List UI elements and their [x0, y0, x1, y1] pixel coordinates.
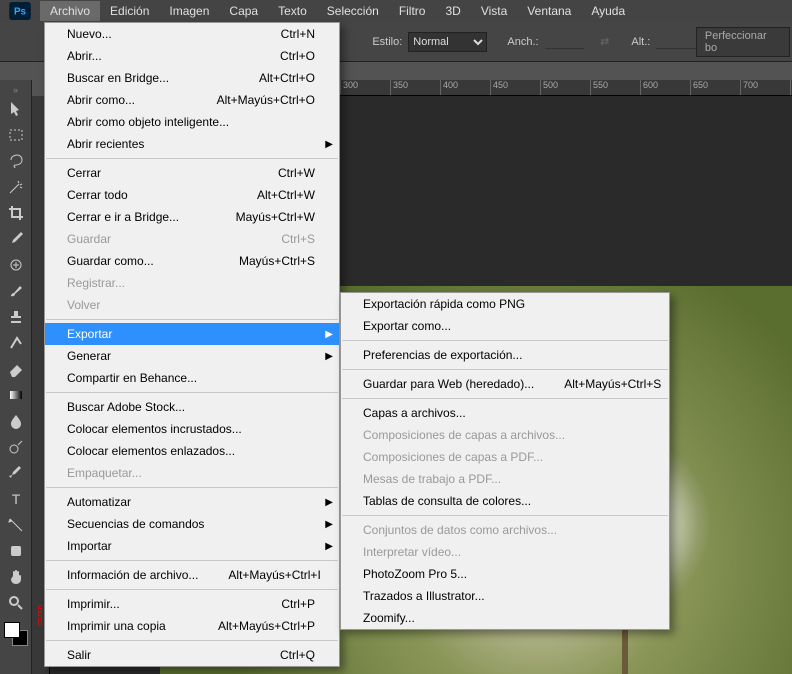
submenu-arrow-icon: ▶: [325, 329, 333, 340]
archivo-item-15[interactable]: Exportar▶: [45, 323, 339, 345]
exportar-item-9: Composiciones de capas a PDF...: [341, 446, 669, 468]
archivo-item-22: Empaquetar...: [45, 462, 339, 484]
exportar-item-3[interactable]: Preferencias de exportación...: [341, 344, 669, 366]
submenu-arrow-icon: ▶: [325, 351, 333, 362]
svg-text:T: T: [11, 491, 20, 507]
tools-panel: » T: [0, 80, 32, 674]
submenu-arrow-icon: ▶: [325, 519, 333, 530]
tool-history[interactable]: [4, 331, 28, 355]
archivo-item-31[interactable]: Imprimir una copiaAlt+Mayús+Ctrl+P: [45, 615, 339, 637]
tool-blur[interactable]: [4, 409, 28, 433]
archivo-item-13: Volver: [45, 294, 339, 316]
archivo-item-17[interactable]: Compartir en Behance...: [45, 367, 339, 389]
exportar-item-7[interactable]: Capas a archivos...: [341, 402, 669, 424]
alt-input[interactable]: [656, 35, 696, 49]
archivo-item-0[interactable]: Nuevo...Ctrl+N: [45, 23, 339, 45]
photoshop-logo: Ps: [0, 0, 40, 22]
tool-marquee[interactable]: [4, 123, 28, 147]
archivo-item-21[interactable]: Colocar elementos enlazados...: [45, 440, 339, 462]
exportar-item-5[interactable]: Guardar para Web (heredado)...Alt+Mayús+…: [341, 373, 669, 395]
archivo-item-12: Registrar...: [45, 272, 339, 294]
tool-pen[interactable]: [4, 461, 28, 485]
archivo-item-4[interactable]: Abrir como objeto inteligente...: [45, 111, 339, 133]
menu-selección[interactable]: Selección: [317, 1, 389, 21]
menu-3d[interactable]: 3D: [435, 1, 470, 21]
menu-imagen[interactable]: Imagen: [159, 1, 219, 21]
tool-brush[interactable]: [4, 279, 28, 303]
submenu-arrow-icon: ▶: [325, 497, 333, 508]
anch-input[interactable]: [545, 35, 585, 49]
exportar-item-1[interactable]: Exportar como...: [341, 315, 669, 337]
archivo-item-9[interactable]: Cerrar e ir a Bridge...Mayús+Ctrl+W: [45, 206, 339, 228]
menu-texto[interactable]: Texto: [268, 1, 317, 21]
menu-capa[interactable]: Capa: [219, 1, 268, 21]
archivo-item-3[interactable]: Abrir como...Alt+Mayús+Ctrl+O: [45, 89, 339, 111]
archivo-item-26[interactable]: Importar▶: [45, 535, 339, 557]
svg-text:Ps: Ps: [14, 7, 27, 18]
exportar-item-10: Mesas de trabajo a PDF...: [341, 468, 669, 490]
tool-eraser[interactable]: [4, 357, 28, 381]
submenu-arrow-icon: ▶: [325, 541, 333, 552]
archivo-item-2[interactable]: Buscar en Bridge...Alt+Ctrl+O: [45, 67, 339, 89]
menu-edición[interactable]: Edición: [100, 1, 159, 21]
archivo-item-33[interactable]: SalirCtrl+Q: [45, 644, 339, 666]
collapse-icon[interactable]: »: [4, 85, 28, 95]
archivo-item-19[interactable]: Buscar Adobe Stock...: [45, 396, 339, 418]
archivo-item-11[interactable]: Guardar como...Mayús+Ctrl+S: [45, 250, 339, 272]
tool-shape[interactable]: [4, 539, 28, 563]
exportar-item-8: Composiciones de capas a archivos...: [341, 424, 669, 446]
estilo-select[interactable]: Normal: [408, 32, 487, 52]
menu-filtro[interactable]: Filtro: [389, 1, 436, 21]
exportar-item-11[interactable]: Tablas de consulta de colores...: [341, 490, 669, 512]
exportar-item-15[interactable]: PhotoZoom Pro 5...: [341, 563, 669, 585]
archivo-item-10: GuardarCtrl+S: [45, 228, 339, 250]
menu-vista[interactable]: Vista: [471, 1, 517, 21]
exportar-item-17[interactable]: Zoomify...: [341, 607, 669, 629]
tool-wand[interactable]: [4, 175, 28, 199]
tool-type[interactable]: T: [4, 487, 28, 511]
archivo-item-30[interactable]: Imprimir...Ctrl+P: [45, 593, 339, 615]
archivo-item-25[interactable]: Secuencias de comandos▶: [45, 513, 339, 535]
perfeccionar-button[interactable]: Perfeccionar bo: [696, 27, 790, 57]
anch-label: Anch.:: [507, 36, 538, 48]
exportar-item-14: Interpretar vídeo...: [341, 541, 669, 563]
tool-move[interactable]: [4, 97, 28, 121]
menubar: Ps ArchivoEdiciónImagenCapaTextoSelecció…: [0, 0, 792, 22]
submenu-arrow-icon: ▶: [325, 139, 333, 150]
archivo-item-28[interactable]: Información de archivo...Alt+Mayús+Ctrl+…: [45, 564, 339, 586]
tool-lasso[interactable]: [4, 149, 28, 173]
exportar-item-0[interactable]: Exportación rápida como PNG: [341, 293, 669, 315]
archivo-item-1[interactable]: Abrir...Ctrl+O: [45, 45, 339, 67]
tool-heal[interactable]: [4, 253, 28, 277]
tool-hand[interactable]: [4, 565, 28, 589]
tool-crop[interactable]: [4, 201, 28, 225]
alt-label: Alt.:: [631, 36, 650, 48]
menu-ventana[interactable]: Ventana: [517, 1, 581, 21]
menu-ayuda[interactable]: Ayuda: [581, 1, 635, 21]
exportar-submenu: Exportación rápida como PNGExportar como…: [340, 292, 670, 630]
exportar-item-13: Conjuntos de datos como archivos...: [341, 519, 669, 541]
color-swatch[interactable]: [4, 622, 28, 646]
archivo-item-5[interactable]: Abrir recientes▶: [45, 133, 339, 155]
tool-zoom[interactable]: [4, 591, 28, 615]
tool-stamp[interactable]: [4, 305, 28, 329]
tool-path[interactable]: [4, 513, 28, 537]
archivo-item-24[interactable]: Automatizar▶: [45, 491, 339, 513]
tool-eyedrop[interactable]: [4, 227, 28, 251]
estilo-label: Estilo:: [372, 36, 402, 48]
tool-gradient[interactable]: [4, 383, 28, 407]
tool-dodge[interactable]: [4, 435, 28, 459]
exportar-item-16[interactable]: Trazados a Illustrator...: [341, 585, 669, 607]
archivo-item-8[interactable]: Cerrar todoAlt+Ctrl+W: [45, 184, 339, 206]
archivo-menu: Nuevo...Ctrl+NAbrir...Ctrl+OBuscar en Br…: [44, 22, 340, 667]
archivo-item-16[interactable]: Generar▶: [45, 345, 339, 367]
archivo-item-20[interactable]: Colocar elementos incrustados...: [45, 418, 339, 440]
menu-archivo[interactable]: Archivo: [40, 1, 100, 21]
archivo-item-7[interactable]: CerrarCtrl+W: [45, 162, 339, 184]
